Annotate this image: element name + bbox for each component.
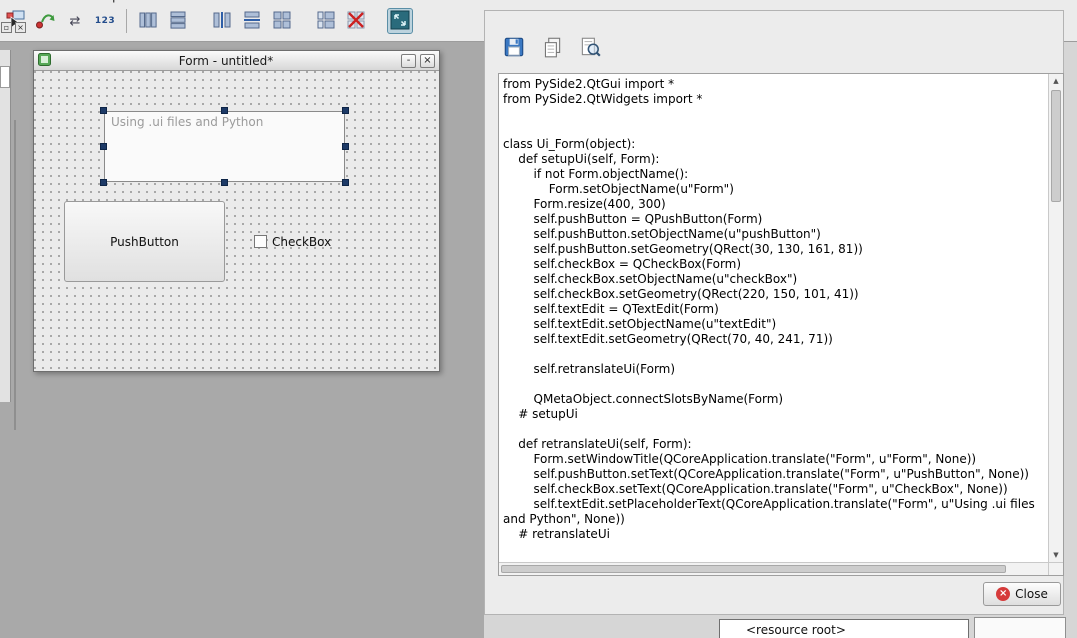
layout-vertical-button[interactable]: [165, 8, 191, 34]
checkbox-widget[interactable]: CheckBox: [254, 221, 355, 262]
textedit-placeholder: Using .ui files and Python: [111, 115, 263, 129]
form-close-button[interactable]: ×: [420, 54, 435, 68]
selection-handle-sw[interactable]: [100, 179, 107, 186]
break-layout-button[interactable]: [343, 8, 369, 34]
layout-vertical-splitter-icon: [241, 9, 263, 34]
qt-designer-screen: Window Help ⇄ 123: [0, 0, 1077, 638]
form-window-titlebar[interactable]: Form - untitled* - ×: [34, 51, 439, 71]
partial-panel: [974, 617, 1066, 638]
dock-titlebar-buttons: ▫ ×: [1, 22, 26, 33]
selection-handle-n[interactable]: [221, 107, 228, 114]
checkbox-box[interactable]: [254, 235, 267, 248]
checkbox-label: CheckBox: [272, 235, 331, 249]
main-toolbar: ⇄ 123: [2, 8, 417, 34]
layout-grid-icon: [271, 9, 293, 34]
dock-close-button[interactable]: ×: [15, 22, 26, 33]
adjust-size-button[interactable]: [387, 8, 413, 34]
code-dialog-toolbar: [499, 33, 605, 63]
form-minimize-button[interactable]: -: [401, 54, 416, 68]
scrollbar-corner: [1048, 562, 1063, 575]
signals-slots-icon: [34, 9, 56, 34]
scroll-up-arrow-icon[interactable]: ▲: [1049, 74, 1063, 88]
break-layout-icon: [345, 9, 367, 34]
selection-handle-se[interactable]: [342, 179, 349, 186]
find-button[interactable]: [575, 33, 605, 63]
menu-help[interactable]: Help: [83, 0, 128, 4]
resource-root-item[interactable]: <resource root>: [719, 619, 969, 638]
left-dock-scrollbar[interactable]: [14, 120, 16, 430]
layout-form-icon: [315, 9, 337, 34]
close-button-label: Close: [1015, 587, 1048, 601]
left-dock-partial-field: [0, 66, 10, 88]
selection-handle-ne[interactable]: [342, 107, 349, 114]
scroll-down-arrow-icon[interactable]: ▼: [1049, 548, 1063, 562]
layout-vertical-icon: [167, 9, 189, 34]
save-button[interactable]: [499, 33, 529, 63]
form-canvas[interactable]: Using .ui files and Python PushButton Ch…: [34, 71, 439, 371]
vertical-scrollbar-thumb[interactable]: [1051, 90, 1061, 202]
pushbutton-widget[interactable]: PushButton: [64, 201, 225, 282]
horizontal-scrollbar[interactable]: [499, 562, 1048, 575]
selection-handle-e[interactable]: [342, 143, 349, 150]
mdi-area: ▫ × Form - untitled* - × Using .ui files…: [0, 42, 484, 638]
form-designer-window: Form - untitled* - × Using .ui files and…: [33, 50, 440, 372]
buddies-icon: ⇄: [70, 15, 81, 28]
layout-grid-button[interactable]: [269, 8, 295, 34]
generated-code[interactable]: from PySide2.QtGui import * from PySide2…: [499, 74, 1048, 544]
textedit-selection: Using .ui files and Python: [104, 111, 345, 182]
menu-window[interactable]: Window: [18, 0, 83, 4]
left-dock-edge: [0, 50, 11, 402]
textedit-widget[interactable]: Using .ui files and Python: [104, 111, 345, 182]
layout-horizontal-button[interactable]: [135, 8, 161, 34]
tab-order-icon: 123: [95, 16, 115, 26]
vertical-scrollbar[interactable]: ▲ ▼: [1048, 74, 1063, 562]
form-file-icon: [38, 53, 51, 69]
code-preview-dialog: from PySide2.QtGui import * from PySide2…: [484, 10, 1064, 615]
layout-form-button[interactable]: [313, 8, 339, 34]
edit-signals-slots-button[interactable]: [32, 8, 58, 34]
adjust-size-icon: [389, 9, 411, 34]
copy-icon: [540, 35, 564, 62]
edit-buddies-button[interactable]: ⇄: [62, 8, 88, 34]
dock-float-button[interactable]: ▫: [1, 22, 12, 33]
menu-bar: Window Help: [0, 0, 129, 4]
edit-tab-order-button[interactable]: 123: [92, 8, 118, 34]
close-icon: ×: [996, 587, 1010, 601]
form-window-title: Form - untitled*: [55, 54, 397, 68]
resource-root-label: <resource root>: [746, 623, 846, 637]
layout-vertical-splitter-button[interactable]: [239, 8, 265, 34]
selection-handle-s[interactable]: [221, 179, 228, 186]
layout-horizontal-splitter-icon: [211, 9, 233, 34]
selection-handle-nw[interactable]: [100, 107, 107, 114]
copy-button[interactable]: [537, 33, 567, 63]
code-viewport[interactable]: from PySide2.QtGui import * from PySide2…: [499, 74, 1048, 562]
save-icon: [502, 35, 526, 62]
code-text-area: from PySide2.QtGui import * from PySide2…: [498, 73, 1064, 576]
toolbar-separator: [126, 9, 127, 33]
close-button[interactable]: × Close: [983, 582, 1061, 606]
selection-handle-w[interactable]: [100, 143, 107, 150]
layout-horizontal-icon: [137, 9, 159, 34]
find-icon: [578, 35, 602, 62]
horizontal-scrollbar-thumb[interactable]: [501, 565, 1006, 573]
layout-horizontal-splitter-button[interactable]: [209, 8, 235, 34]
